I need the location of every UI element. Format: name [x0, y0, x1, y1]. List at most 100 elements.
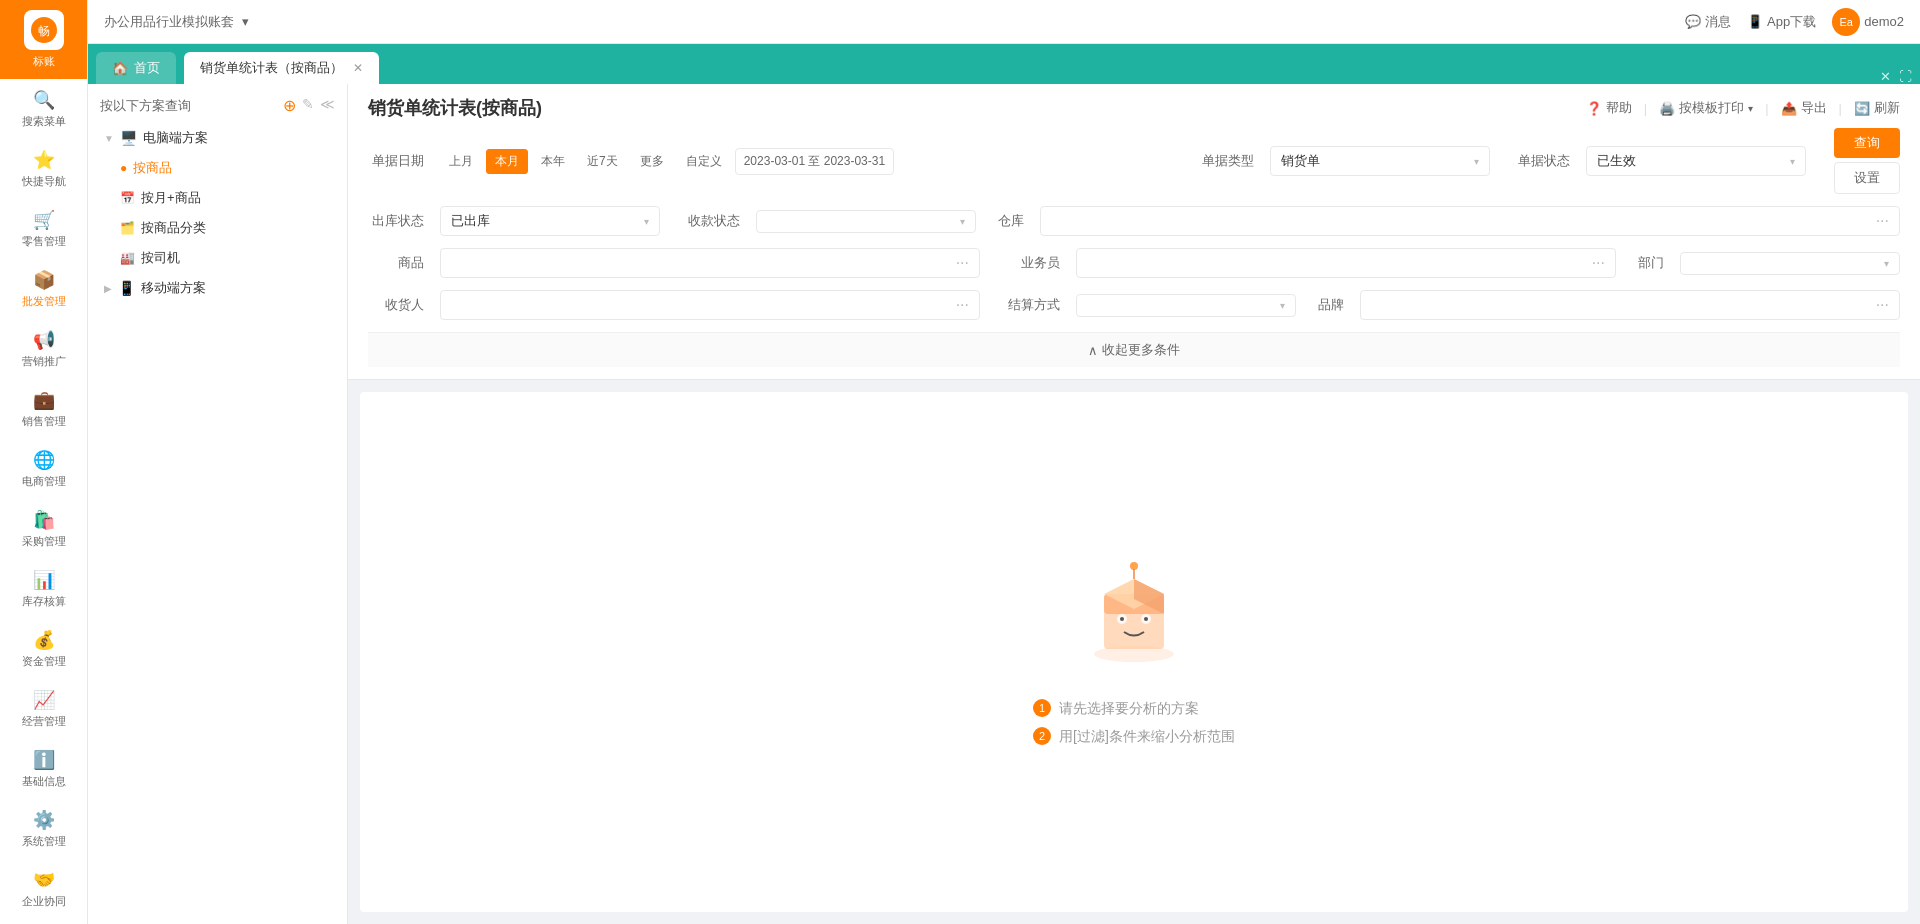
desktop-icon: 🖥️ [120, 130, 137, 146]
date-label: 单据日期 [368, 152, 424, 170]
empty-state: 1 请先选择要分析的方案 2 用[过滤]条件来缩小分析范围 [360, 392, 1908, 912]
order-type-select[interactable]: 销货单 ▾ [1270, 146, 1490, 176]
app-download-button[interactable]: 📱 App下载 [1747, 13, 1816, 31]
sidebar-item-wholesale[interactable]: 📦 批发管理 [0, 259, 87, 319]
sidebar-item-marketing[interactable]: 📢 营销推广 [0, 319, 87, 379]
tree-child-by-warehouse[interactable]: 🏭 按司机 [112, 243, 339, 273]
consignee-dots-icon: ··· [956, 296, 969, 314]
page-title: 销货单统计表(按商品) [368, 96, 542, 120]
print-button[interactable]: 🖨️ 按模板打印 ▾ [1659, 99, 1753, 117]
tree-collapse-icon: ▶ [104, 283, 112, 294]
warehouse2-input[interactable]: ··· [1040, 206, 1900, 236]
salesperson-dots-icon: ··· [1592, 254, 1605, 272]
sidebar-item-basic[interactable]: ℹ️ 基础信息 [0, 739, 87, 799]
settlement-label: 结算方式 [996, 296, 1060, 314]
payment-status-select[interactable]: ▾ [756, 210, 976, 233]
close-icon[interactable]: ✕ [1880, 69, 1891, 84]
date-btn-this-year[interactable]: 本年 [532, 149, 574, 174]
sidebar-menu: 🔍 搜索菜单 ⭐ 快捷导航 🛒 零售管理 📦 批发管理 📢 营销推广 💼 销售管… [0, 79, 87, 924]
message-icon: 💬 [1685, 14, 1701, 29]
info-icon: ℹ️ [33, 749, 55, 771]
sidebar-item-quicknav[interactable]: ⭐ 快捷导航 [0, 139, 87, 199]
messages-button[interactable]: 💬 消息 [1685, 13, 1731, 31]
sidebar-item-purchase[interactable]: 🛍️ 采购管理 [0, 499, 87, 559]
tree-expand-icon: ▼ [104, 133, 114, 144]
tree-child-by-category[interactable]: 🗂️ 按商品分类 [112, 213, 339, 243]
topbar-left: 办公用品行业模拟账套 ▾ [104, 13, 249, 31]
sidebar-item-system[interactable]: ⚙️ 系统管理 [0, 799, 87, 859]
salesperson-input[interactable]: ··· [1076, 248, 1616, 278]
topbar-title: 办公用品行业模拟账套 [104, 13, 234, 31]
topbar: 办公用品行业模拟账套 ▾ 💬 消息 📱 App下载 Ea demo2 [88, 0, 1920, 44]
home-icon: 🏠 [112, 61, 128, 76]
settings-button[interactable]: 设置 [1834, 162, 1900, 194]
warehouse-status-select[interactable]: 已出库 ▾ [440, 206, 660, 236]
handshake-icon: 🤝 [33, 869, 55, 891]
empty-illustration [1074, 554, 1194, 674]
add-scheme-button[interactable]: ⊕ [283, 96, 296, 115]
export-icon: 📤 [1781, 101, 1797, 116]
sidebar-item-inventory[interactable]: 📊 库存核算 [0, 559, 87, 619]
product-scheme-icon: ● [120, 161, 127, 175]
content-area: 按以下方案查询 ⊕ ✎ ≪ ▼ 🖥️ 电脑端方案 ● 按商品 [88, 84, 1920, 924]
box-icon: 📦 [33, 269, 55, 291]
warehouse-status-dropdown-icon: ▾ [644, 216, 649, 227]
collapse-more-conditions[interactable]: ∧ 收起更多条件 [368, 332, 1900, 367]
query-button[interactable]: 查询 [1834, 128, 1900, 158]
chevron-up-icon: ∧ [1088, 343, 1098, 358]
date-btn-more[interactable]: 更多 [631, 149, 673, 174]
topbar-dropdown[interactable]: ▾ [242, 14, 249, 29]
sidebar-item-ecommerce[interactable]: 🌐 电商管理 [0, 439, 87, 499]
svg-point-9 [1120, 617, 1124, 621]
tab-stats[interactable]: 销货单统计表（按商品） ✕ [184, 52, 379, 84]
date-control: 上月 本月 本年 近7天 更多 自定义 2023-03-01 至 2023-03… [440, 148, 1174, 175]
tab-close-icon[interactable]: ✕ [353, 61, 363, 75]
sidebar-item-finance[interactable]: 💰 资金管理 [0, 619, 87, 679]
sidebar-item-search[interactable]: 🔍 搜索菜单 [0, 79, 87, 139]
shopping-icon: 🛍️ [33, 509, 55, 531]
consignee-input[interactable]: ··· [440, 290, 980, 320]
tab-home[interactable]: 🏠 首页 [96, 52, 176, 84]
department-select[interactable]: ▾ [1680, 252, 1900, 275]
tree-child-by-product[interactable]: ● 按商品 [112, 153, 339, 183]
maximize-icon[interactable]: ⛶ [1899, 69, 1912, 84]
date-btn-this-month[interactable]: 本月 [486, 149, 528, 174]
collapse-panel-icon[interactable]: ≪ [320, 96, 335, 115]
order-status-select[interactable]: 已生效 ▾ [1586, 146, 1806, 176]
warehouse-status-label: 出库状态 [368, 212, 424, 230]
sidebar-item-newbie[interactable]: 🎯 新手引导 [0, 919, 87, 924]
payment-status-label: 收款状态 [676, 212, 740, 230]
salesperson-label: 业务员 [996, 254, 1060, 272]
sidebar-item-retail[interactable]: 🛒 零售管理 [0, 199, 87, 259]
date-range-input[interactable]: 2023-03-01 至 2023-03-31 [735, 148, 894, 175]
gear-icon: ⚙️ [33, 809, 55, 831]
settlement-dropdown-icon: ▾ [1280, 300, 1285, 311]
order-status-dropdown-icon: ▾ [1790, 156, 1795, 167]
brand-dots-icon: ··· [1876, 296, 1889, 314]
svg-text:畅: 畅 [38, 24, 50, 38]
date-btn-last-month[interactable]: 上月 [440, 149, 482, 174]
sidebar-item-operation[interactable]: 📈 经营管理 [0, 679, 87, 739]
sidebar-item-enterprise[interactable]: 🤝 企业协同 [0, 859, 87, 919]
edit-scheme-icon[interactable]: ✎ [302, 96, 314, 115]
brand-input[interactable]: ··· [1360, 290, 1900, 320]
tree-node-mobile[interactable]: ▶ 📱 移动端方案 [96, 273, 339, 303]
tree-child-by-month-product[interactable]: 📅 按月+商品 [112, 183, 339, 213]
tree-node-desktop[interactable]: ▼ 🖥️ 电脑端方案 [96, 123, 339, 153]
date-btn-7days[interactable]: 近7天 [578, 149, 627, 174]
tabbar: 🏠 首页 销货单统计表（按商品） ✕ ✕ ⛶ [88, 44, 1920, 84]
refresh-button[interactable]: 🔄 刷新 [1854, 99, 1900, 117]
export-button[interactable]: 📤 导出 [1781, 99, 1827, 117]
empty-text: 1 请先选择要分析的方案 2 用[过滤]条件来缩小分析范围 [1033, 694, 1235, 750]
help-button[interactable]: ❓ 帮助 [1586, 99, 1632, 117]
print-icon: 🖨️ [1659, 101, 1675, 116]
sidebar-item-sales[interactable]: 💼 销售管理 [0, 379, 87, 439]
date-btn-custom[interactable]: 自定义 [677, 149, 731, 174]
product-input[interactable]: ··· [440, 248, 980, 278]
page-actions: ❓ 帮助 | 🖨️ 按模板打印 ▾ | 📤 导出 [1586, 99, 1900, 117]
logo-area[interactable]: 畅 标账 [0, 0, 87, 79]
print-dropdown-icon: ▾ [1748, 103, 1753, 114]
left-panel: 按以下方案查询 ⊕ ✎ ≪ ▼ 🖥️ 电脑端方案 ● 按商品 [88, 84, 348, 924]
user-area[interactable]: Ea demo2 [1832, 8, 1904, 36]
settlement-select[interactable]: ▾ [1076, 294, 1296, 317]
